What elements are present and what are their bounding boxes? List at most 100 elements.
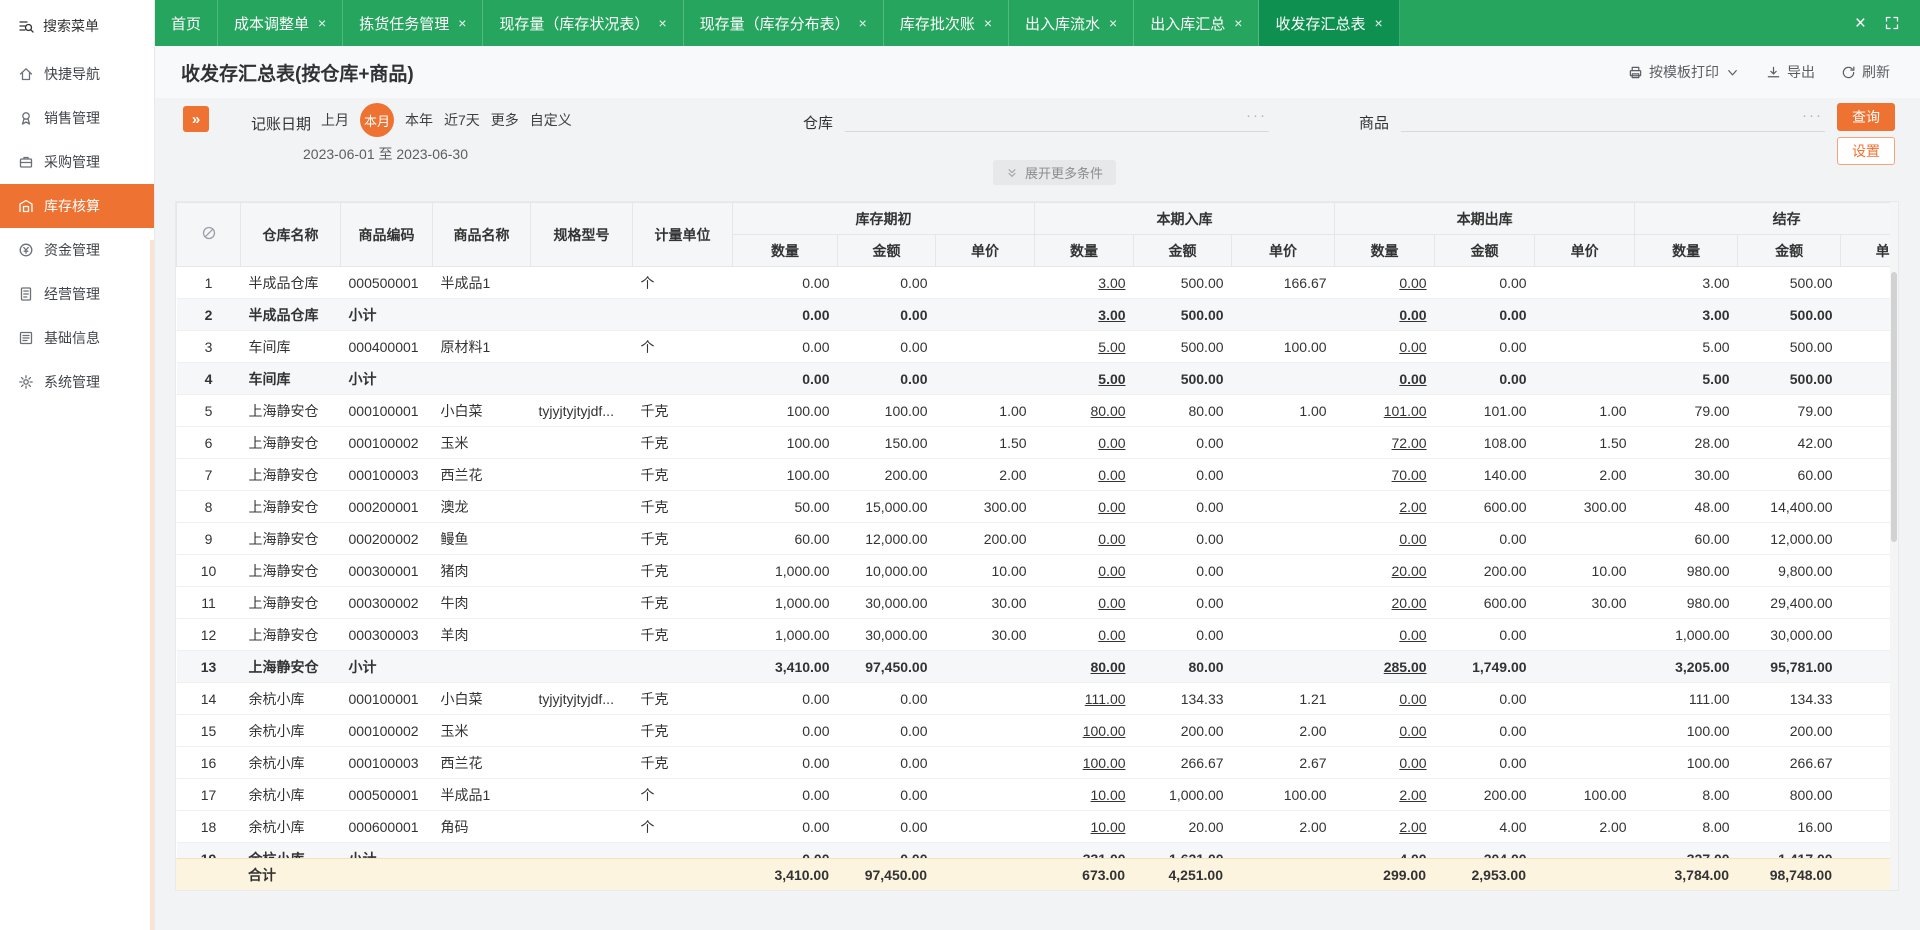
quantity-drilldown-link[interactable]: 111.00 [1085,691,1126,707]
quantity-drilldown-link[interactable]: 80.00 [1090,403,1125,419]
sidebar-search[interactable]: 搜索菜单 [0,0,154,52]
quantity-drilldown-link[interactable]: 0.00 [1399,627,1426,643]
table-row[interactable]: 11 上海静安仓 000300002 牛肉 千克 1,000.00 30,000.00 30.… [176,586,1898,619]
quantity-drilldown-link[interactable]: 5.00 [1098,371,1125,387]
maximize-icon[interactable] [1884,15,1900,31]
table-row[interactable]: 7 上海静安仓 000100003 西兰花 千克 100.00 200.00 2.00 0.00… [176,458,1898,491]
product-input[interactable]: ··· [1401,100,1825,132]
tab-picking-task[interactable]: 拣货任务管理 × [343,0,484,46]
quantity-drilldown-link[interactable]: 0.00 [1098,499,1125,515]
table-row-subtotal[interactable]: 13 上海静安仓 小计 3,410.00 97,450.00 80.00 80.00 285.… [176,650,1898,683]
sidebar-item-system[interactable]: 系统管理 [0,360,154,404]
warehouse-input[interactable]: ··· [845,100,1269,132]
tab-close-icon[interactable]: × [859,16,867,30]
quantity-drilldown-link[interactable]: 100.00 [1083,755,1126,771]
table-row[interactable]: 15 余杭小库 000100002 玉米 千克 0.00 0.00 100.00 200.00 2… [176,714,1898,747]
export-button[interactable]: 导出 [1766,62,1815,82]
tab-close-icon[interactable]: × [984,16,992,30]
tab-close-icon[interactable]: × [1109,16,1117,30]
quantity-drilldown-link[interactable]: 20.00 [1392,595,1427,611]
sidebar-item-quick-nav[interactable]: 快捷导航 [0,52,154,96]
quantity-drilldown-link[interactable]: 0.00 [1399,691,1426,707]
sidebar-item-base-info[interactable]: 基础信息 [0,316,154,360]
tab-inout-summary[interactable]: 出入库汇总 × [1134,0,1260,46]
quantity-drilldown-link[interactable]: 2.00 [1399,499,1426,515]
tab-inout-flow[interactable]: 出入库流水 × [1009,0,1135,46]
tab-stock-status[interactable]: 现存量（库存状况表） × [483,0,684,46]
table-row[interactable]: 10 上海静安仓 000300001 猪肉 千克 1,000.00 10,000.00 10.… [176,554,1898,587]
tab-close-icon[interactable]: × [1374,16,1382,30]
quantity-drilldown-link[interactable]: 0.00 [1098,435,1125,451]
date-option[interactable]: 本月 [360,103,394,137]
date-option[interactable]: 自定义 [530,110,572,130]
table-row[interactable]: 17 余杭小库 000500001 半成品1 个 0.00 0.00 10.00 1,000.0… [176,778,1898,811]
date-option[interactable]: 更多 [491,110,519,130]
tab-stock-batch[interactable]: 库存批次账 × [884,0,1010,46]
refresh-button[interactable]: 刷新 [1841,62,1890,82]
quantity-drilldown-link[interactable]: 70.00 [1392,467,1427,483]
sidebar-item-operations[interactable]: 经营管理 [0,272,154,316]
quantity-drilldown-link[interactable]: 0.00 [1098,595,1125,611]
quantity-drilldown-link[interactable]: 20.00 [1392,563,1427,579]
close-icon[interactable]: × [1855,14,1866,33]
tab-recv-send-summary[interactable]: 收发存汇总表 × [1259,0,1400,46]
table-row[interactable]: 18 余杭小库 000600001 角码个 0.00 0.00 10.00 20.00 2.00… [176,810,1898,843]
table-row[interactable]: 8 上海静安仓 000200001 澳龙 千克 50.00 15,000.00 300.00 0… [176,490,1898,523]
tab-close-icon[interactable]: × [318,16,326,30]
quantity-drilldown-link[interactable]: 10.00 [1090,819,1125,835]
tab-close-icon[interactable]: × [658,16,666,30]
quantity-drilldown-link[interactable]: 0.00 [1399,339,1426,355]
table-row[interactable]: 1 半成品仓库 000500001 半成品1 个 0.00 0.00 3.00 500.00 16… [176,266,1898,299]
sidebar-item-funds[interactable]: 资金管理 [0,228,154,272]
quantity-drilldown-link[interactable]: 72.00 [1392,435,1427,451]
sidebar-item-inventory[interactable]: 库存核算 [0,184,154,228]
quantity-drilldown-link[interactable]: 0.00 [1399,307,1426,323]
quantity-drilldown-link[interactable]: 3.00 [1098,307,1125,323]
date-option[interactable]: 上月 [321,110,349,130]
quantity-drilldown-link[interactable]: 101.00 [1384,403,1427,419]
tab-cost-adjustment[interactable]: 成本调整单 × [218,0,344,46]
collapse-filter-button[interactable]: » [183,106,209,132]
settings-button[interactable]: 设置 [1837,137,1895,165]
table-row-subtotal[interactable]: 4 车间库 小计 0.00 0.00 5.00 500.00 0.00 0.00 5.00 500.… [176,362,1898,395]
product-more-icon[interactable]: ··· [1802,107,1823,124]
quantity-drilldown-link[interactable]: 0.00 [1098,627,1125,643]
table-row[interactable]: 6 上海静安仓 000100002 玉米 千克 100.00 150.00 1.50 0.00 0… [176,426,1898,459]
tab-close-icon[interactable]: × [1234,16,1242,30]
quantity-drilldown-link[interactable]: 0.00 [1098,467,1125,483]
tab-stock-distribution[interactable]: 现存量（库存分布表） × [684,0,884,46]
quantity-drilldown-link[interactable]: 0.00 [1098,531,1125,547]
table-row[interactable]: 12 上海静安仓 000300003 羊肉 千克 1,000.00 30,000.00 30.… [176,618,1898,651]
quantity-drilldown-link[interactable]: 80.00 [1090,659,1125,675]
quantity-drilldown-link[interactable]: 5.00 [1098,339,1125,355]
quantity-drilldown-link[interactable]: 0.00 [1399,723,1426,739]
warehouse-more-icon[interactable]: ··· [1246,107,1267,124]
expand-more-button[interactable]: 展开更多条件 [993,160,1117,185]
quantity-drilldown-link[interactable]: 10.00 [1090,787,1125,803]
table-row[interactable]: 14 余杭小库 000100001 小白菜 tyjyjtyjtyjdf... 千克 0.00… [176,682,1898,715]
quantity-drilldown-link[interactable]: 0.00 [1399,531,1426,547]
quantity-drilldown-link[interactable]: 0.00 [1399,371,1426,387]
quantity-drilldown-link[interactable]: 2.00 [1399,787,1426,803]
print-template-button[interactable]: 按模板打印 [1628,62,1740,82]
quantity-drilldown-link[interactable]: 0.00 [1399,275,1426,291]
quantity-drilldown-link[interactable]: 100.00 [1083,723,1126,739]
scrollbar-thumb[interactable] [1891,272,1897,542]
table-row-subtotal[interactable]: 2 半成品仓库 小计 0.00 0.00 3.00 500.00 0.00 0.00 3.00 50… [176,298,1898,331]
quantity-drilldown-link[interactable]: 0.00 [1098,563,1125,579]
date-option[interactable]: 近7天 [444,110,480,130]
quantity-drilldown-link[interactable]: 3.00 [1098,275,1125,291]
quantity-drilldown-link[interactable]: 0.00 [1399,755,1426,771]
quantity-drilldown-link[interactable]: 285.00 [1384,659,1427,675]
quantity-drilldown-link[interactable]: 2.00 [1399,819,1426,835]
date-option[interactable]: 本年 [405,110,433,130]
vertical-scrollbar[interactable] [1890,202,1898,890]
column-settings-icon[interactable] [201,225,217,241]
query-button[interactable]: 查询 [1837,103,1895,131]
table-row[interactable]: 5 上海静安仓 000100001 小白菜 tyjyjtyjtyjdf... 千克 100.… [176,394,1898,427]
tab-close-icon[interactable]: × [458,16,466,30]
sidebar-item-sales[interactable]: 销售管理 [0,96,154,140]
table-row[interactable]: 16 余杭小库 000100003 西兰花 千克 0.00 0.00 100.00 266.67… [176,746,1898,779]
table-row[interactable]: 3 车间库 000400001 原材料1 个 0.00 0.00 5.00 500.00 100.… [176,330,1898,363]
table-row[interactable]: 9 上海静安仓 000200002 鳗鱼 千克 60.00 12,000.00 200.00 0… [176,522,1898,555]
